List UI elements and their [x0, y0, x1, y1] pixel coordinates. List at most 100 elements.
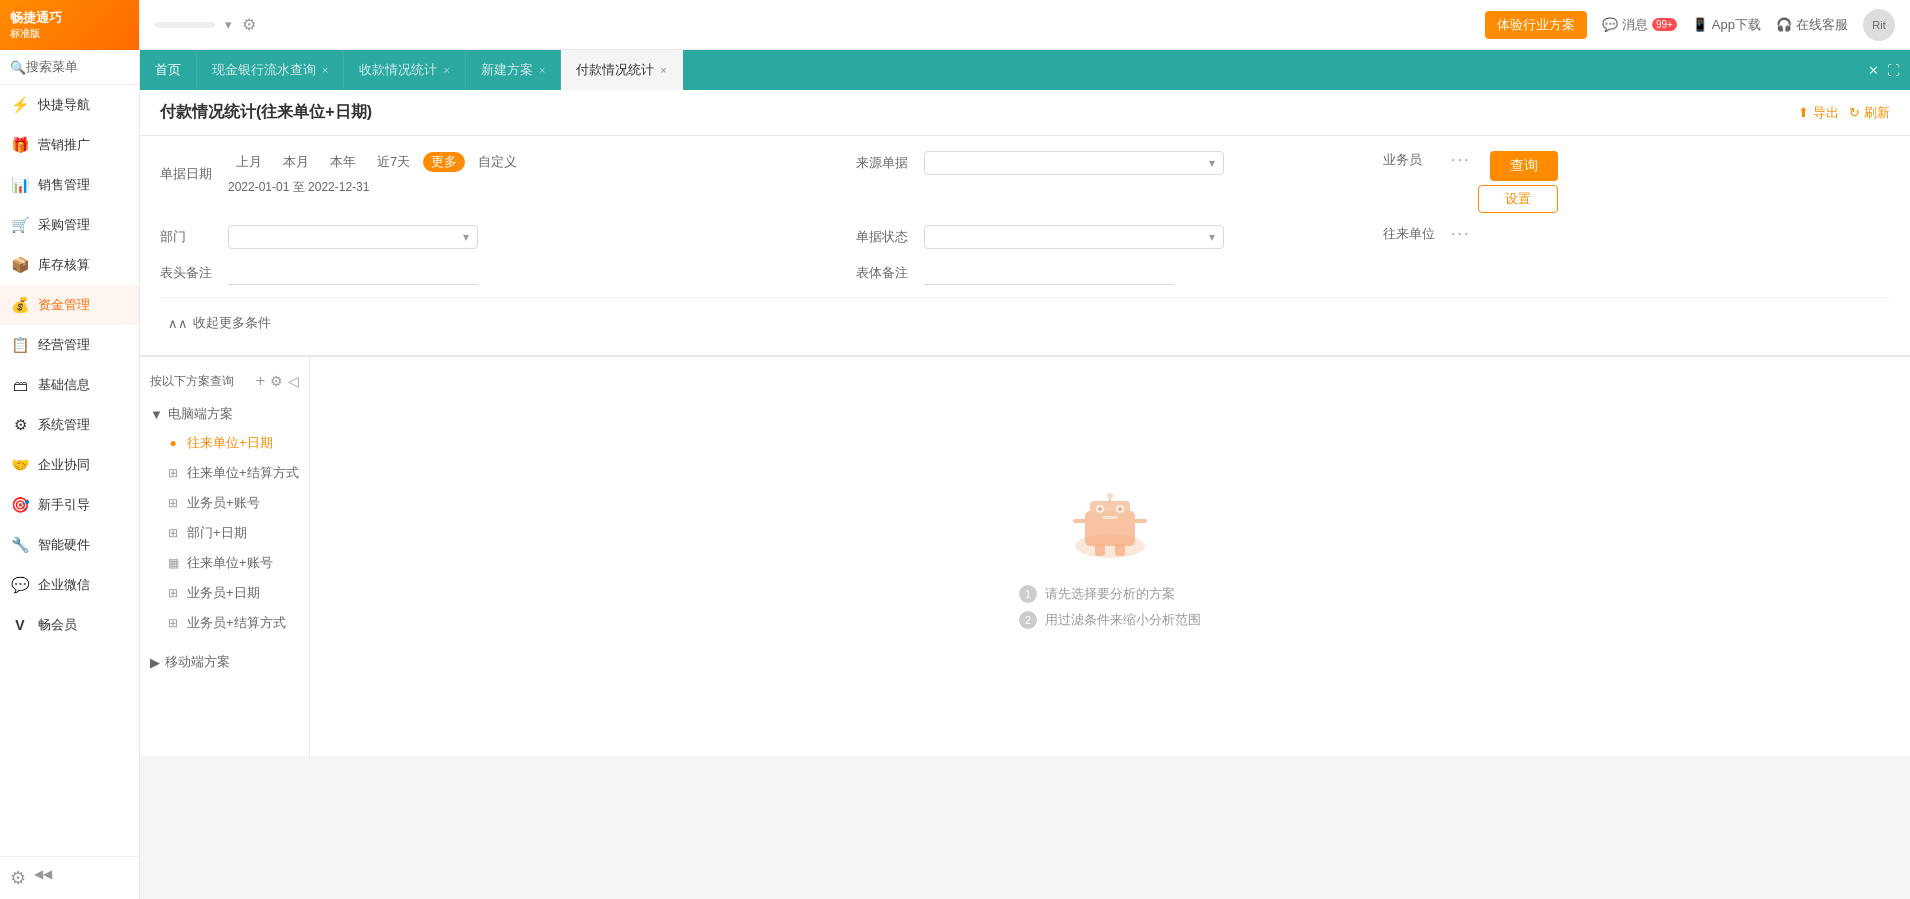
sidebar-item-marketing[interactable]: 🎁 营销推广 [0, 125, 139, 165]
scheme-item-salesperson-settlement[interactable]: ⊞ 业务员+结算方式 [140, 608, 309, 638]
app-download-btn[interactable]: 📱 App下载 [1692, 16, 1761, 34]
date-tab-lastmonth[interactable]: 上月 [228, 151, 270, 173]
sidebar-item-basic[interactable]: 🗃 基础信息 [0, 365, 139, 405]
collapse-btn[interactable]: ∧∧ 收起更多条件 [160, 306, 279, 340]
collapse-label: 收起更多条件 [193, 314, 271, 332]
query-actions: 查询 设置 [1478, 151, 1558, 213]
scheme-item-counterparty-account[interactable]: ▦ 往来单位+账号 [140, 548, 309, 578]
sidebar-item-search[interactable]: 🔍 搜索菜单 [0, 50, 139, 85]
tab-home[interactable]: 首页 [140, 50, 197, 90]
source-chevron: ▾ [1209, 156, 1215, 170]
footer-collapse-icon[interactable]: ◀◀ [34, 867, 52, 889]
trial-btn[interactable]: 体验行业方案 [1485, 11, 1587, 39]
scheme-item-counterparty-settlement[interactable]: ⊞ 往来单位+结算方式 [140, 458, 309, 488]
sidebar-item-finance[interactable]: 💰 资金管理 [0, 285, 139, 325]
messages-icon: 💬 [1602, 17, 1618, 32]
body-note-input[interactable] [924, 261, 1174, 285]
online-service-btn[interactable]: 🎧 在线客服 [1776, 16, 1848, 34]
date-tab-7days[interactable]: 近7天 [369, 151, 418, 173]
sidebar-item-quicknav[interactable]: ⚡ 快捷导航 [0, 85, 139, 125]
sidebar-item-hardware[interactable]: 🔧 智能硬件 [0, 525, 139, 565]
voucher-status-select[interactable]: ▾ [924, 225, 1224, 249]
settings-gear-icon[interactable]: ⚙ [242, 15, 256, 34]
scheme-item-dept-date[interactable]: ⊞ 部门+日期 [140, 518, 309, 548]
scheme-item-salesperson-date[interactable]: ⊞ 业务员+日期 [140, 578, 309, 608]
scheme-settings-icon[interactable]: ⚙ [270, 373, 283, 389]
sidebar-item-guide[interactable]: 🎯 新手引导 [0, 485, 139, 525]
vip-label: 畅会员 [38, 616, 77, 634]
tab-close-all-icon[interactable]: ✕ [1868, 63, 1879, 78]
refresh-btn[interactable]: ↻ 刷新 [1849, 104, 1890, 122]
tab-cashflow-close[interactable]: × [322, 64, 328, 76]
sidebar-item-inventory[interactable]: 📦 库存核算 [0, 245, 139, 285]
tab-cashflow[interactable]: 现金银行流水查询 × [197, 50, 344, 90]
mobile-group-title[interactable]: ▶ 移动端方案 [140, 648, 309, 676]
pc-group-title[interactable]: ▼ 电脑端方案 [140, 400, 309, 428]
date-tab-thismonth[interactable]: 本月 [275, 151, 317, 173]
hardware-icon: 🔧 [10, 535, 30, 555]
scheme-label-counterparty-settlement: 往来单位+结算方式 [187, 464, 299, 482]
tab-newscheme-close[interactable]: × [539, 64, 545, 76]
tab-payment[interactable]: 付款情况统计 × [561, 50, 682, 90]
refresh-label: 刷新 [1864, 104, 1890, 122]
tab-newscheme[interactable]: 新建方案 × [466, 50, 561, 90]
scheme-panel-title: 按以下方案查询 [150, 373, 234, 390]
dropdown-chevron[interactable]: ▾ [225, 17, 232, 32]
sidebar-item-coop[interactable]: 🤝 企业协同 [0, 445, 139, 485]
date-range: 2022-01-01 至 2022-12-31 [228, 179, 369, 196]
tab-payment-close[interactable]: × [660, 64, 666, 76]
filter-date: 单据日期 上月 本月 本年 近7天 更多 自定义 2022-01-01 至 20… [160, 151, 836, 196]
tab-receipt[interactable]: 收款情况统计 × [344, 50, 465, 90]
top-bar-right: 体验行业方案 💬 消息 99+ 📱 App下载 🎧 在线客服 Rit [1485, 9, 1895, 41]
results-area: 1 请先选择要分析的方案 2 用过滤条件来缩小分析范围 [310, 357, 1910, 756]
export-icon: ⬆ [1798, 105, 1809, 120]
sidebar-item-sales[interactable]: 📊 销售管理 [0, 165, 139, 205]
tab-newscheme-label: 新建方案 [481, 61, 533, 79]
wechat-label: 企业微信 [38, 576, 90, 594]
coop-icon: 🤝 [10, 455, 30, 475]
scheme-item-salesperson-account[interactable]: ⊞ 业务员+账号 [140, 488, 309, 518]
body-note-label: 表体备注 [856, 264, 916, 282]
scheme-label-counterparty-date: 往来单位+日期 [187, 434, 273, 452]
dept-select[interactable]: ▾ [228, 225, 478, 249]
content-area: 按以下方案查询 + ⚙ ◁ ▼ 电脑端方案 ● 往来单位+日期 [140, 356, 1910, 756]
filter-panel: 单据日期 上月 本月 本年 近7天 更多 自定义 2022-01-01 至 20… [140, 136, 1910, 356]
add-scheme-icon[interactable]: + [256, 372, 265, 390]
scheme-item-counterparty-date[interactable]: ● 往来单位+日期 [140, 428, 309, 458]
sidebar-item-operation[interactable]: 📋 经营管理 [0, 325, 139, 365]
svg-point-12 [1107, 493, 1113, 499]
scheme-collapse-icon[interactable]: ◁ [288, 373, 299, 389]
export-btn[interactable]: ⬆ 导出 [1798, 104, 1839, 122]
sidebar-item-wechat[interactable]: 💬 企业微信 [0, 565, 139, 605]
mobile-scheme-group: ▶ 移动端方案 [140, 643, 309, 681]
service-icon: 🎧 [1776, 17, 1792, 32]
salesperson-dots[interactable]: ··· [1451, 151, 1470, 169]
date-tab-more[interactable]: 更多 [423, 152, 465, 172]
sidebar-item-purchase[interactable]: 🛒 采购管理 [0, 205, 139, 245]
date-tab-thisyear[interactable]: 本年 [322, 151, 364, 173]
tab-home-label: 首页 [155, 61, 181, 79]
date-tab-custom[interactable]: 自定义 [470, 151, 525, 173]
scheme-table-icon-1: ⊞ [165, 465, 181, 481]
counterparty-dots[interactable]: ··· [1451, 225, 1470, 243]
empty-svg [1060, 481, 1160, 561]
footer-settings-icon[interactable]: ⚙ [10, 867, 26, 889]
tip-num-1: 1 [1019, 585, 1037, 603]
date-tabs: 上月 本月 本年 近7天 更多 自定义 [228, 151, 525, 173]
search-label: 搜索菜单 [26, 58, 78, 76]
header-note-input[interactable] [228, 261, 478, 285]
sidebar-item-vip[interactable]: V 畅会员 [0, 605, 139, 645]
settings-btn[interactable]: 设置 [1478, 185, 1558, 213]
user-avatar[interactable]: Rit [1863, 9, 1895, 41]
tip-text-1: 请先选择要分析的方案 [1045, 581, 1175, 607]
refresh-icon: ↻ [1849, 105, 1860, 120]
messages-btn[interactable]: 💬 消息 99+ [1602, 16, 1677, 34]
tab-receipt-close[interactable]: × [443, 64, 449, 76]
tab-expand-icon[interactable]: ⛶ [1887, 63, 1900, 78]
query-btn[interactable]: 查询 [1490, 151, 1558, 181]
source-select[interactable]: ▾ [924, 151, 1224, 175]
scheme-panel: 按以下方案查询 + ⚙ ◁ ▼ 电脑端方案 ● 往来单位+日期 [140, 357, 310, 756]
tab-cashflow-label: 现金银行流水查询 [212, 61, 316, 79]
sidebar-item-system[interactable]: ⚙ 系统管理 [0, 405, 139, 445]
filter-salesperson: 业务员 ··· 查询 设置 [1383, 151, 1890, 213]
